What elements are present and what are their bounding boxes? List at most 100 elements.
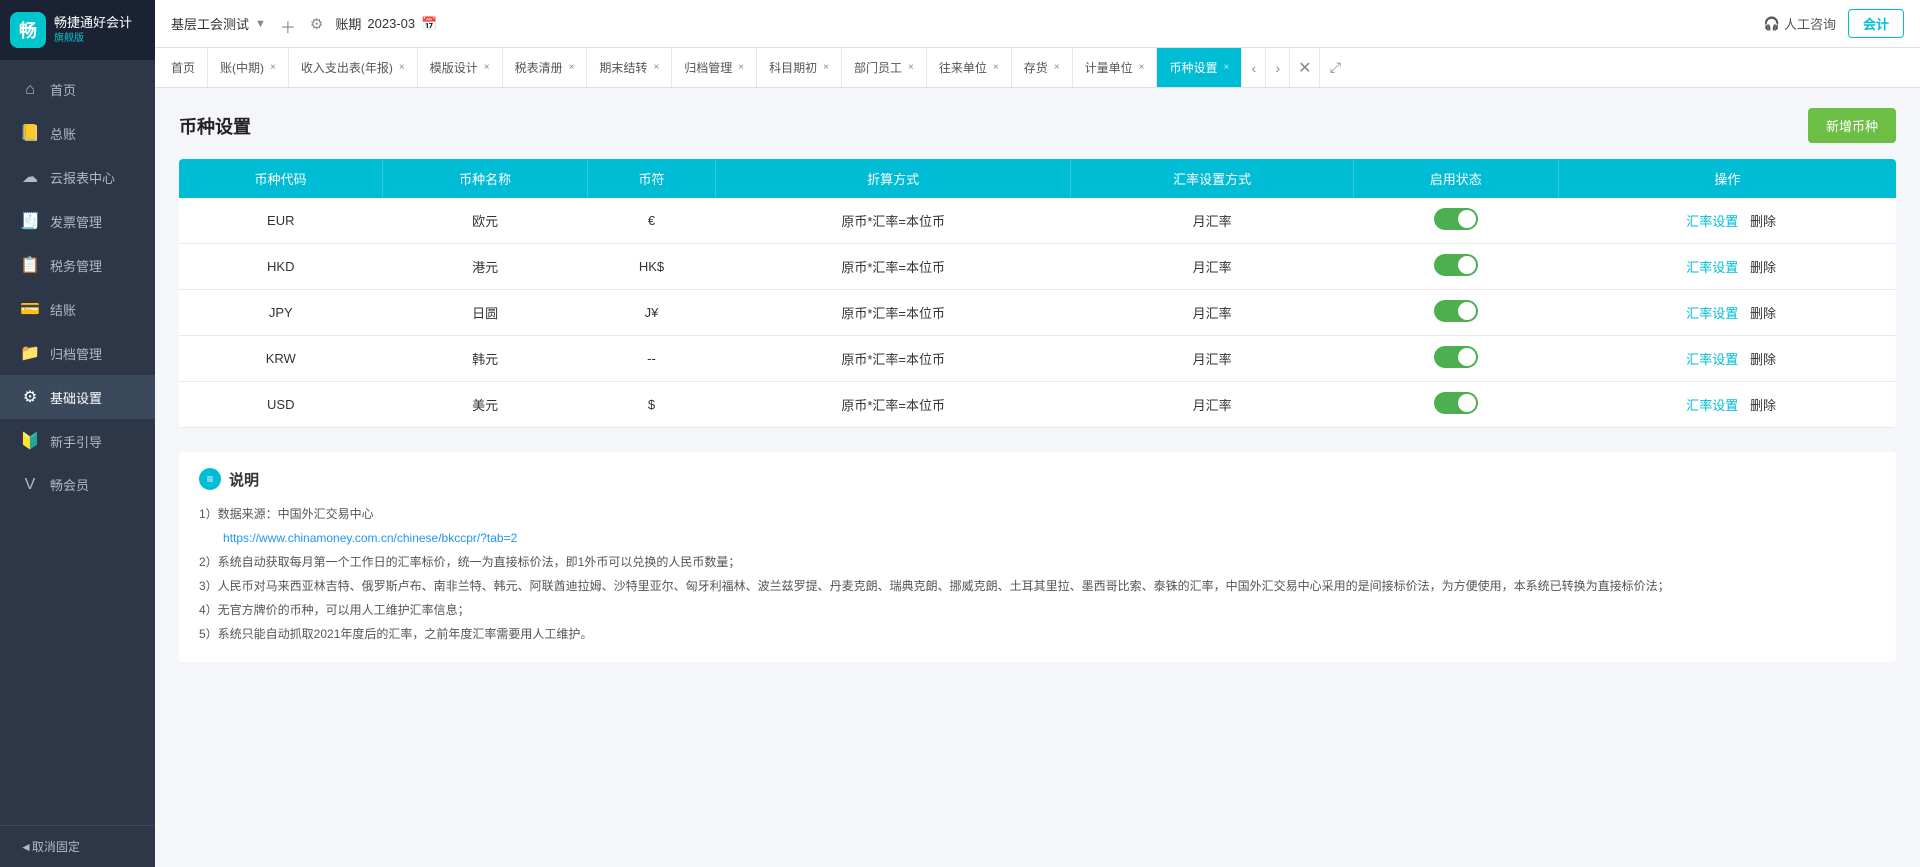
tab-close-all-button[interactable]: ✕ <box>1290 48 1320 88</box>
action-cell: 汇率设置 删除 <box>1558 336 1896 382</box>
currency-name: 港元 <box>383 244 588 290</box>
sidebar-item-reports[interactable]: ☁ 云报表中心 <box>0 155 155 199</box>
rate-method: 月汇率 <box>1071 198 1353 244</box>
main-area: 基层工会测试 ▼ ＋ ⚙ 账期 2023-03 📅 🎧 人工咨询 会计 首页账(… <box>155 0 1920 867</box>
tab-archive[interactable]: 归档管理× <box>672 48 757 88</box>
sidebar-item-settings[interactable]: ⚙ 基础设置 <box>0 375 155 419</box>
archive-icon: 📁 <box>20 343 40 363</box>
tab-subjects[interactable]: 科目期初× <box>757 48 842 88</box>
user-role-button[interactable]: 会计 <box>1848 9 1904 38</box>
table-col-header: 币种名称 <box>383 159 588 198</box>
period-display: 账期 2023-03 📅 <box>335 14 437 33</box>
notice-section: ≡ 说明 1）数据来源：中国外汇交易中心 https://www.chinamo… <box>179 452 1896 662</box>
delete-link-KRW[interactable]: 删除 <box>1750 352 1776 367</box>
rate-setting-link-JPY[interactable]: 汇率设置 <box>1686 306 1738 321</box>
notice-link[interactable]: https://www.chinamoney.com.cn/chinese/bk… <box>223 531 517 545</box>
delete-link-HKD[interactable]: 删除 <box>1750 260 1776 275</box>
tab-label-dept: 部门员工 <box>854 59 902 76</box>
enabled-toggle-cell <box>1353 244 1558 290</box>
sidebar-footer[interactable]: ◄取消固定 <box>0 825 155 867</box>
rate-setting-link-USD[interactable]: 汇率设置 <box>1686 398 1738 413</box>
currency-code: USD <box>179 382 383 428</box>
period-label: 账期 <box>335 14 361 33</box>
help-button[interactable]: 🎧 人工咨询 <box>1764 14 1836 33</box>
add-tab-button[interactable]: ＋ <box>278 14 298 34</box>
tab-label-currency: 币种设置 <box>1169 59 1217 76</box>
sidebar-item-settlement[interactable]: 💳 结账 <box>0 287 155 331</box>
tab-unit[interactable]: 计量单位 × <box>1073 48 1158 88</box>
tab-expand-button[interactable]: ⤢ <box>1320 48 1350 88</box>
delete-link-EUR[interactable]: 删除 <box>1750 214 1776 229</box>
tab-dept[interactable]: 部门员工 × <box>842 48 927 88</box>
table-row: KRW韩元--原币*汇率=本位币月汇率 汇率设置 删除 <box>179 336 1896 382</box>
tab-period[interactable]: 账(中期)× <box>208 48 289 88</box>
tab-bar: 首页账(中期)×收入支出表(年报)×模版设计×税表清册×期末结转×归档管理×科目… <box>155 48 1920 88</box>
currency-toggle-EUR[interactable] <box>1434 208 1478 230</box>
enabled-toggle-cell <box>1353 198 1558 244</box>
project-selector[interactable]: 基层工会测试 ▼ <box>171 14 266 33</box>
tab-close-unit[interactable]: × <box>1139 62 1145 73</box>
currency-symbol: $ <box>588 382 716 428</box>
sidebar-label-member: 畅会员 <box>50 475 89 494</box>
calendar-icon[interactable]: 📅 <box>421 16 437 32</box>
sidebar-item-archive[interactable]: 📁 归档管理 <box>0 331 155 375</box>
member-icon: V <box>20 476 40 494</box>
gear-icon[interactable]: ⚙ <box>310 15 323 33</box>
tab-close-archive[interactable]: × <box>738 62 744 73</box>
currency-toggle-USD[interactable] <box>1434 392 1478 414</box>
tab-label-home: 首页 <box>171 59 195 76</box>
tab-close-income[interactable]: × <box>399 62 405 73</box>
currency-toggle-HKD[interactable] <box>1434 254 1478 276</box>
new-currency-button[interactable]: 新增币种 <box>1808 108 1896 143</box>
logo-text: 畅捷通好会计 旗舰版 <box>54 15 132 45</box>
tab-close-period_end[interactable]: × <box>653 62 659 73</box>
tab-income[interactable]: 收入支出表(年报)× <box>289 48 418 88</box>
sidebar-item-home[interactable]: ⌂ 首页 <box>0 68 155 111</box>
tab-tax[interactable]: 税表清册 × <box>503 48 588 88</box>
tab-close-partners[interactable]: × <box>993 62 999 73</box>
action-cell: 汇率设置 删除 <box>1558 382 1896 428</box>
enabled-toggle-cell <box>1353 290 1558 336</box>
rate-setting-link-HKD[interactable]: 汇率设置 <box>1686 260 1738 275</box>
project-name: 基层工会测试 <box>171 14 249 33</box>
tab-label-tax: 税表清册 <box>515 59 563 76</box>
tab-close-tax[interactable]: × <box>569 62 575 73</box>
tab-close-currency[interactable]: × <box>1223 62 1229 73</box>
sidebar-item-guide[interactable]: 🔰 新手引导 <box>0 419 155 463</box>
table-col-header: 币种代码 <box>179 159 383 198</box>
page-title: 币种设置 <box>179 113 251 139</box>
sidebar-item-ledger[interactable]: 📒 总账 <box>0 111 155 155</box>
tab-close-inventory[interactable]: × <box>1054 62 1060 73</box>
tab-home[interactable]: 首页 <box>159 48 208 88</box>
sidebar-label-archive: 归档管理 <box>50 344 102 363</box>
notice-item: https://www.chinamoney.com.cn/chinese/bk… <box>199 526 1876 550</box>
tab-close-dept[interactable]: × <box>908 62 914 73</box>
delete-link-USD[interactable]: 删除 <box>1750 398 1776 413</box>
tab-partners[interactable]: 往来单位× <box>927 48 1012 88</box>
sidebar-item-tax[interactable]: 📋 税务管理 <box>0 243 155 287</box>
tab-template[interactable]: 模版设计× <box>418 48 503 88</box>
tab-currency[interactable]: 币种设置 × <box>1157 48 1242 88</box>
currency-toggle-JPY[interactable] <box>1434 300 1478 322</box>
tab-close-period[interactable]: × <box>270 62 276 73</box>
currency-toggle-KRW[interactable] <box>1434 346 1478 368</box>
tab-close-template[interactable]: × <box>484 62 490 73</box>
rate-method: 月汇率 <box>1071 336 1353 382</box>
sidebar-item-member[interactable]: V 畅会员 <box>0 463 155 506</box>
app-header: 基层工会测试 ▼ ＋ ⚙ 账期 2023-03 📅 🎧 人工咨询 会计 <box>155 0 1920 48</box>
rate-setting-link-KRW[interactable]: 汇率设置 <box>1686 352 1738 367</box>
delete-link-JPY[interactable]: 删除 <box>1750 306 1776 321</box>
table-row: JPY日圆J¥原币*汇率=本位币月汇率 汇率设置 删除 <box>179 290 1896 336</box>
tab-period_end[interactable]: 期末结转× <box>587 48 672 88</box>
tab-close-subjects[interactable]: × <box>823 62 829 73</box>
sidebar-item-invoice[interactable]: 🧾 发票管理 <box>0 199 155 243</box>
table-row: USD美元$原币*汇率=本位币月汇率 汇率设置 删除 <box>179 382 1896 428</box>
currency-name: 韩元 <box>383 336 588 382</box>
tab-prev-button[interactable]: ‹ <box>1242 48 1266 88</box>
table-col-header: 币符 <box>588 159 716 198</box>
currency-code: EUR <box>179 198 383 244</box>
tab-next-button[interactable]: › <box>1266 48 1290 88</box>
tab-inventory[interactable]: 存货× <box>1012 48 1073 88</box>
rate-setting-link-EUR[interactable]: 汇率设置 <box>1686 214 1738 229</box>
tab-label-unit: 计量单位 <box>1085 59 1133 76</box>
